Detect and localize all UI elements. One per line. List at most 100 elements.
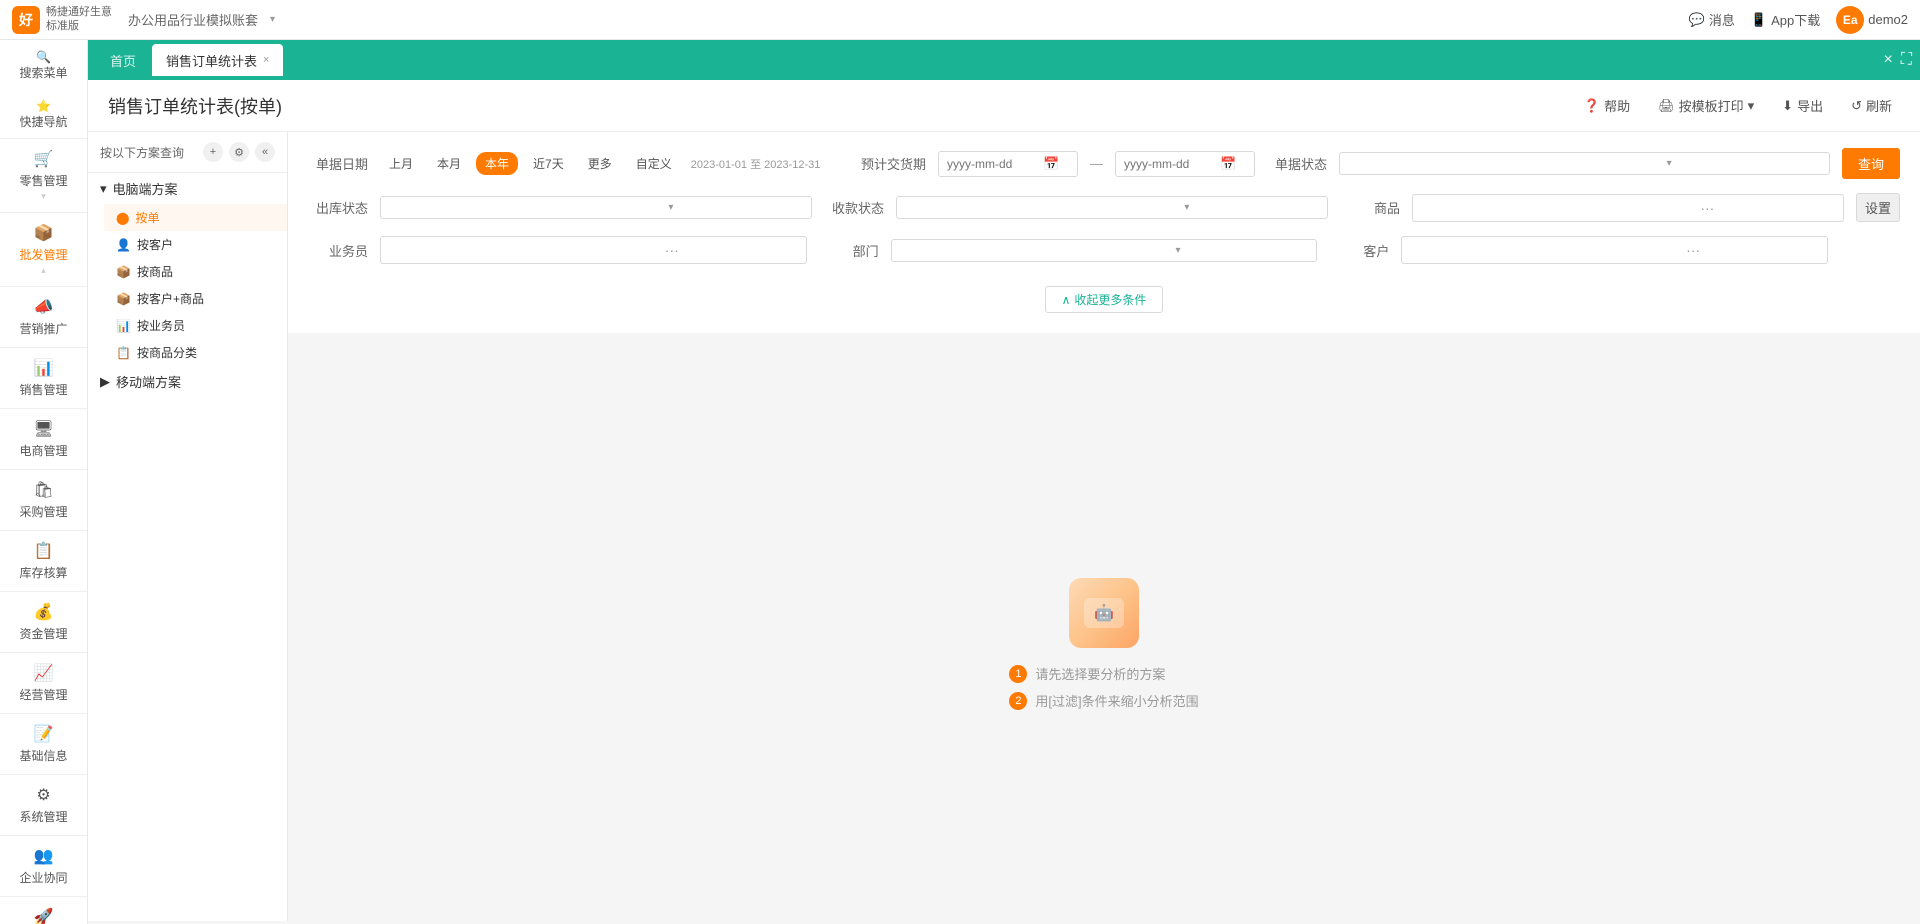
left-panel-actions: + ⚙ « bbox=[203, 142, 275, 162]
staff-select[interactable]: ··· bbox=[380, 236, 807, 264]
collapse-icon: ∧ bbox=[1062, 293, 1071, 307]
empty-state-illustration: 🤖 bbox=[1044, 548, 1164, 648]
sidebar-item-enterprise[interactable]: 👥 企业协同 bbox=[0, 836, 87, 897]
tree-node-by-customer-goods[interactable]: 📦 按客户+商品 bbox=[104, 285, 287, 312]
delivery-dropdown-icon: ▾ bbox=[668, 202, 801, 213]
filter-content-area: 按以下方案查询 + ⚙ « ▾ 电脑端方案 bbox=[88, 132, 1920, 921]
sidebar-item-shortcut[interactable]: ⭐ 快捷导航 bbox=[0, 91, 87, 139]
expected-date-from-input[interactable] bbox=[947, 157, 1037, 171]
settings-scheme-button[interactable]: ⚙ bbox=[229, 142, 249, 162]
operation-icon: 📈 bbox=[34, 663, 54, 683]
chevron-right-icon: ▶ bbox=[100, 374, 110, 390]
sidebar-item-basic[interactable]: 📝 基础信息 bbox=[0, 714, 87, 775]
staff-more-icon: ··· bbox=[665, 242, 796, 258]
download-icon: 📱 bbox=[1751, 12, 1767, 28]
empty-state: 🤖 1 请先选择要分析的方案 2 bbox=[288, 337, 1920, 921]
date-btn-last-month[interactable]: 上月 bbox=[380, 152, 422, 175]
left-panel-header: 按以下方案查询 + ⚙ « bbox=[88, 132, 287, 173]
sidebar-item-guide[interactable]: 🚀 新手引导 bbox=[0, 897, 87, 924]
page-title: 销售订单统计表(按单) bbox=[108, 93, 282, 131]
user-avatar: Ea bbox=[1836, 6, 1864, 34]
sidebar-item-marketing[interactable]: 📣 营销推广 bbox=[0, 287, 87, 348]
staff-icon: 📊 bbox=[116, 319, 131, 333]
calendar-icon-2: 📅 bbox=[1220, 156, 1236, 172]
star-icon: ⭐ bbox=[36, 99, 51, 113]
tree-node-by-goods-category[interactable]: 📋 按商品分类 bbox=[104, 339, 287, 366]
expected-date-to[interactable]: 📅 bbox=[1115, 151, 1255, 177]
refresh-button[interactable]: ↺ 刷新 bbox=[1843, 92, 1900, 119]
goods-select[interactable]: ··· bbox=[1412, 194, 1844, 222]
sidebar-item-ecommerce[interactable]: 🖥 电商管理 bbox=[0, 409, 87, 470]
help-button[interactable]: ❓ 帮助 bbox=[1576, 92, 1638, 119]
user-profile[interactable]: Ea demo2 bbox=[1836, 6, 1908, 34]
system-icon: ⚙ bbox=[36, 785, 50, 805]
payment-select[interactable]: ▾ bbox=[896, 196, 1328, 219]
expected-date-to-input[interactable] bbox=[1124, 157, 1214, 171]
dept-dropdown-icon: ▾ bbox=[1175, 245, 1306, 256]
date-btn-more[interactable]: 更多 bbox=[579, 152, 621, 175]
goods-icon: 📦 bbox=[116, 265, 131, 279]
right-content: 单据日期 上月 本月 本年 近7天 更多 自定义 2023-01-01 至 20… bbox=[288, 132, 1920, 921]
tab-home[interactable]: 首页 bbox=[96, 44, 150, 76]
order-icon: ⬤ bbox=[116, 211, 129, 225]
ecommerce-icon: 🖥 bbox=[33, 419, 53, 439]
query-button[interactable]: 查询 bbox=[1842, 148, 1900, 179]
add-scheme-button[interactable]: + bbox=[203, 142, 223, 162]
date-btn-7days[interactable]: 近7天 bbox=[524, 152, 573, 175]
date-btn-this-year[interactable]: 本年 bbox=[476, 152, 518, 175]
tree-node-by-staff[interactable]: 📊 按业务员 bbox=[104, 312, 287, 339]
tree-sub-pc: ⬤ 按单 👤 按客户 📦 按商品 bbox=[88, 204, 287, 366]
date-btn-custom[interactable]: 自定义 bbox=[627, 152, 681, 175]
purchase-icon: 🛍 bbox=[33, 480, 53, 500]
sales-icon: 📊 bbox=[34, 358, 54, 378]
message-button[interactable]: 💬 消息 bbox=[1689, 10, 1735, 29]
wholesale-icon: 📦 bbox=[34, 223, 54, 243]
chevron-down-icon: ▾ bbox=[100, 181, 107, 197]
tab-close-button[interactable]: × bbox=[263, 54, 269, 66]
sidebar-item-system[interactable]: ⚙ 系统管理 bbox=[0, 775, 87, 836]
goods-more-icon: ··· bbox=[1700, 200, 1833, 216]
expected-date-from[interactable]: 📅 bbox=[938, 151, 1078, 177]
collapse-button[interactable]: ∧ 收起更多条件 bbox=[1045, 286, 1164, 313]
tip-num-2: 2 bbox=[1009, 692, 1027, 710]
sidebar-item-finance[interactable]: 💰 资金管理 bbox=[0, 592, 87, 653]
sidebar-item-search[interactable]: 🔍 搜索菜单 bbox=[0, 40, 87, 91]
enterprise-icon: 👥 bbox=[34, 846, 54, 866]
sidebar: 🔍 搜索菜单 ⭐ 快捷导航 🛒 零售管理 ▾ 📦 批发管理 ▴ 📣 营销推广 📊… bbox=[0, 40, 88, 924]
date-btn-this-month[interactable]: 本月 bbox=[428, 152, 470, 175]
delivery-label: 出库状态 bbox=[308, 198, 368, 217]
help-icon: ❓ bbox=[1584, 98, 1600, 114]
goods-label: 商品 bbox=[1340, 198, 1400, 217]
sidebar-item-wholesale[interactable]: 📦 批发管理 ▴ bbox=[0, 213, 87, 287]
search-icon: 🔍 bbox=[36, 50, 51, 64]
dept-select[interactable]: ▾ bbox=[891, 239, 1318, 262]
settings-button[interactable]: 设置 bbox=[1856, 193, 1900, 222]
tree-node-by-goods[interactable]: 📦 按商品 bbox=[104, 258, 287, 285]
delivery-select[interactable]: ▾ bbox=[380, 196, 812, 219]
logo-area: 好 畅捷通好生意 标准版 bbox=[12, 6, 112, 34]
sidebar-item-operation[interactable]: 📈 经营管理 bbox=[0, 653, 87, 714]
page-body: 销售订单统计表(按单) ❓ 帮助 🖨 按模板打印 ▾ ⬇ 导出 bbox=[88, 80, 1920, 924]
export-button[interactable]: ⬇ 导出 bbox=[1774, 92, 1831, 119]
tab-sales-order-stat[interactable]: 销售订单统计表 × bbox=[152, 44, 283, 76]
message-icon: 💬 bbox=[1689, 12, 1705, 28]
sidebar-item-retail[interactable]: 🛒 零售管理 ▾ bbox=[0, 139, 87, 213]
page-header: 销售订单统计表(按单) ❓ 帮助 🖨 按模板打印 ▾ ⬇ 导出 bbox=[88, 80, 1920, 132]
sidebar-item-sales[interactable]: 📊 销售管理 bbox=[0, 348, 87, 409]
app-title-dropdown[interactable]: ▾ bbox=[270, 14, 275, 25]
customer-select[interactable]: ··· bbox=[1401, 236, 1828, 264]
sidebar-item-inventory[interactable]: 📋 库存核算 bbox=[0, 531, 87, 592]
status-select[interactable]: ▾ bbox=[1339, 152, 1830, 175]
app-download-button[interactable]: 📱 App下载 bbox=[1751, 10, 1820, 29]
top-bar-right: 💬 消息 📱 App下载 Ea demo2 bbox=[1689, 6, 1908, 34]
window-close-button[interactable]: × bbox=[1883, 51, 1892, 69]
tree-node-by-customer[interactable]: 👤 按客户 bbox=[104, 231, 287, 258]
empty-tip-1: 1 请先选择要分析的方案 bbox=[1009, 664, 1198, 683]
sidebar-item-purchase[interactable]: 🛍 采购管理 bbox=[0, 470, 87, 531]
payment-dropdown-icon: ▾ bbox=[1184, 202, 1317, 213]
main-area: 首页 销售订单统计表 × × ⛶ 销售订单统计表(按单) ❓ 帮助 bbox=[88, 40, 1920, 924]
collapse-panel-button[interactable]: « bbox=[255, 142, 275, 162]
print-button[interactable]: 🖨 按模板打印 ▾ bbox=[1650, 92, 1762, 119]
window-expand-button[interactable]: ⛶ bbox=[1901, 51, 1912, 69]
tree-node-by-order[interactable]: ⬤ 按单 bbox=[104, 204, 287, 231]
